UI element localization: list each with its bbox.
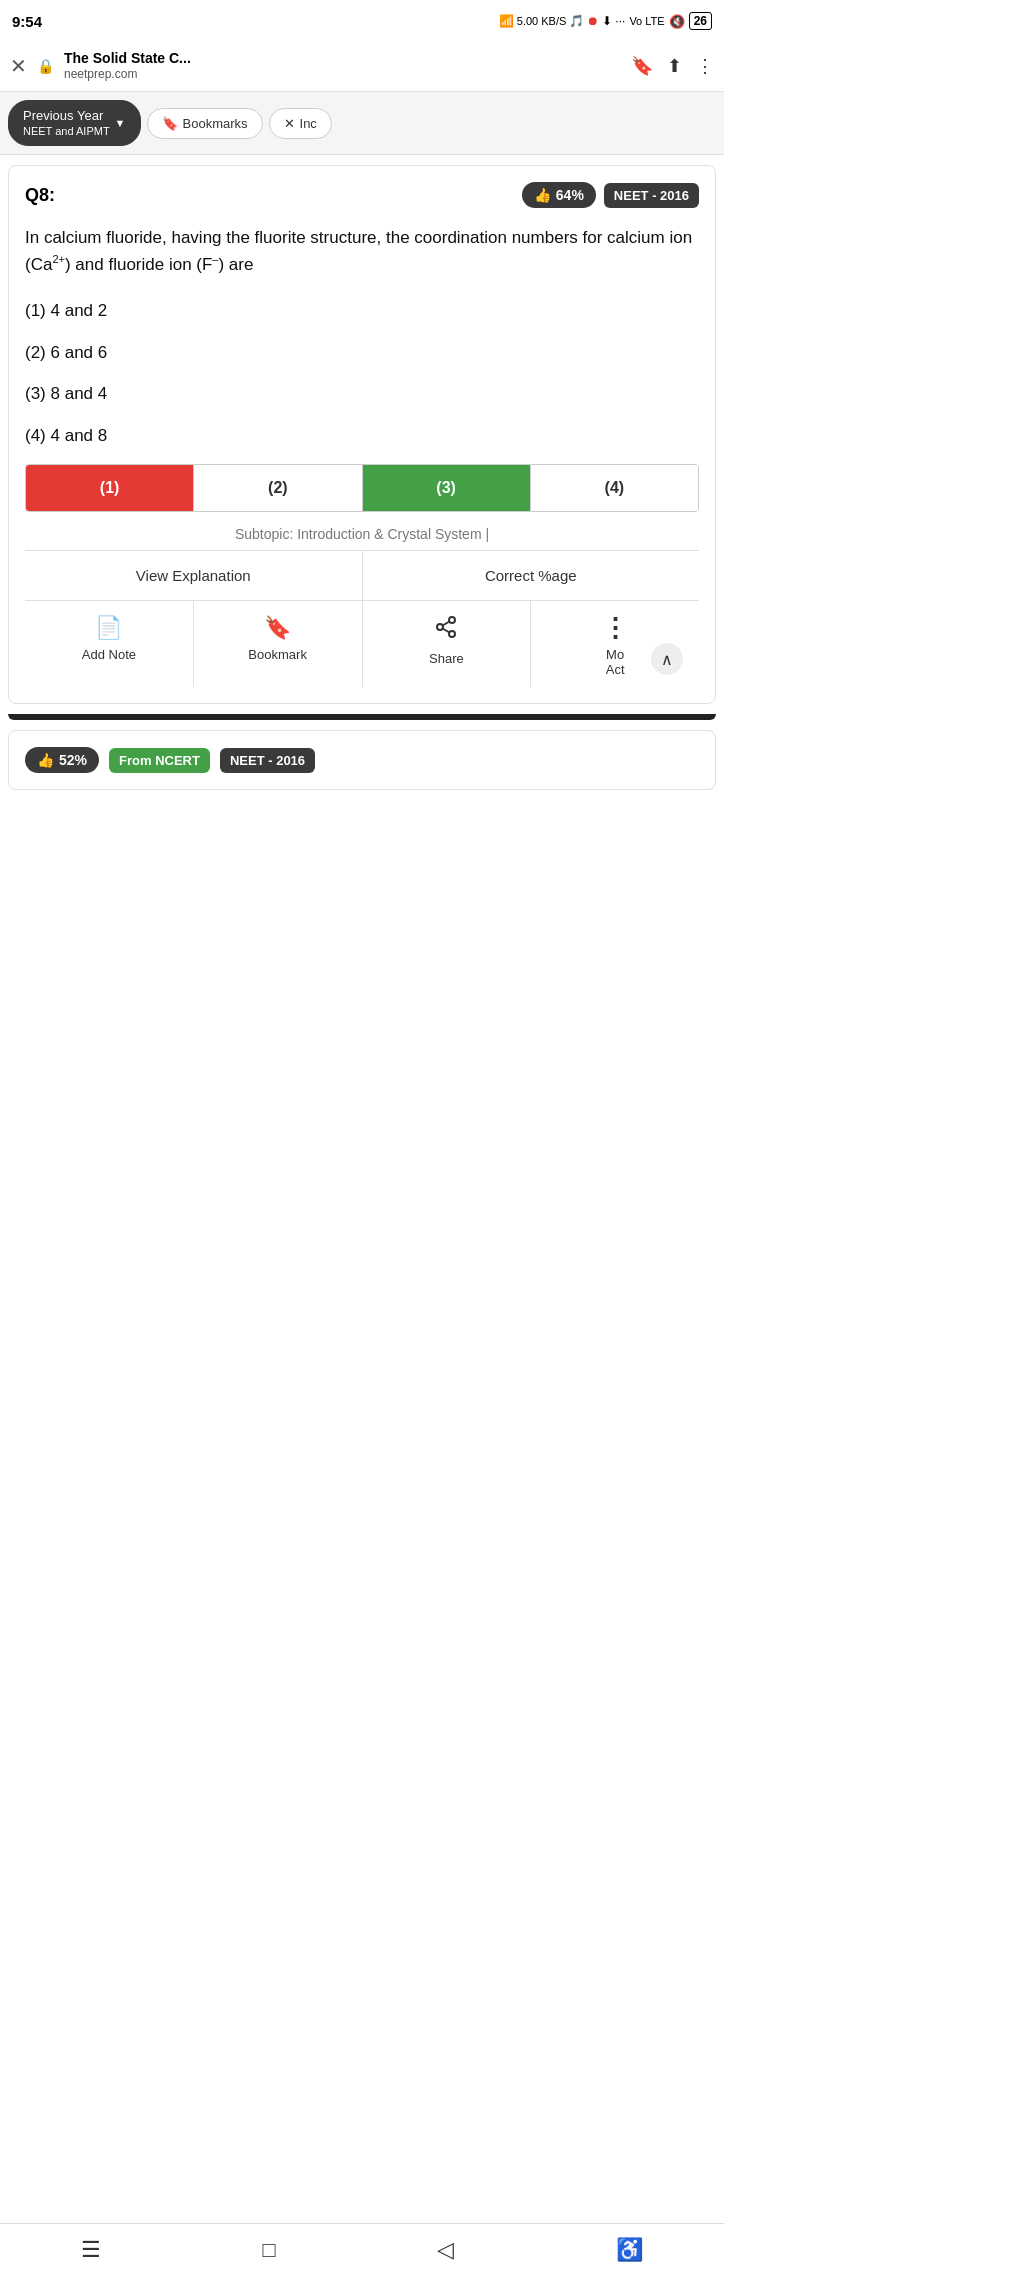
menu-nav-button[interactable]: ☰ — [65, 2229, 117, 2271]
action-buttons-row: View Explanation Correct %age — [25, 550, 699, 600]
tab-prev-year-label: Previous Year NEET and AIPMT — [23, 108, 110, 138]
icon-action-buttons: 📄 Add Note 🔖 Bookmark Share ⋮ MoAct — [25, 600, 699, 687]
status-right: 📶 5.00 KB/S 🎵 ⏺ ⬇ ··· Vo LTE 🔇 26 — [499, 12, 712, 30]
status-bar: 9:54 📶 5.00 KB/S 🎵 ⏺ ⬇ ··· Vo LTE 🔇 26 — [0, 0, 724, 40]
share-button[interactable]: Share — [363, 601, 532, 687]
share-browser-icon[interactable]: ⬆ — [667, 55, 682, 77]
browser-url: neetprep.com — [64, 67, 621, 81]
more-actions-button[interactable]: ⋮ MoAct ∧ — [531, 601, 699, 687]
more-browser-icon[interactable]: ⋮ — [696, 55, 714, 77]
next-like-badge: 👍 52% — [25, 747, 99, 773]
bookmark-tab-icon: 🔖 — [162, 116, 178, 131]
next-thumbs-up-icon: 👍 — [37, 752, 54, 768]
next-like-percent: 52% — [59, 752, 87, 768]
icon-actions-row: 📄 Add Note 🔖 Bookmark Share ⋮ MoAct — [25, 600, 699, 687]
browser-bar: ✕ 🔒 The Solid State C... neetprep.com 🔖 … — [0, 40, 724, 92]
subtopic-label: Subtopic: Introduction & Crystal System … — [25, 526, 699, 542]
music-icon: 🎵 — [569, 14, 584, 28]
add-note-label: Add Note — [82, 647, 136, 662]
like-badge: 👍 64% — [522, 182, 596, 208]
option-4[interactable]: (4) 4 and 8 — [25, 423, 699, 449]
correct-percentage-button[interactable]: Correct %age — [363, 551, 700, 600]
answer-selection-row: (1) (2) (3) (4) — [25, 464, 699, 512]
sound-icon: 🔇 — [669, 14, 685, 29]
nav-tabs: Previous Year NEET and AIPMT ▼ 🔖 Bookmar… — [0, 92, 724, 155]
bookmark-icon: 🔖 — [264, 615, 291, 641]
status-icons: 📶 5.00 KB/S 🎵 ⏺ ⬇ ··· — [499, 14, 626, 28]
answer-btn-1[interactable]: (1) — [26, 465, 194, 511]
more-icon: ⋮ — [602, 615, 628, 641]
question-header: Q8: 👍 64% NEET - 2016 — [25, 182, 699, 208]
back-nav-button[interactable]: ◁ — [421, 2229, 470, 2271]
answer-btn-2[interactable]: (2) — [194, 465, 362, 511]
tab-bookmarks[interactable]: 🔖 Bookmarks — [147, 108, 263, 139]
svg-point-1 — [437, 624, 443, 630]
share-label: Share — [429, 651, 464, 666]
question-text: In calcium fluoride, having the fluorite… — [25, 224, 699, 278]
home-nav-button[interactable]: □ — [247, 2229, 292, 2271]
browser-page-title: The Solid State C... — [64, 50, 621, 67]
more-actions-label: MoAct — [606, 647, 625, 677]
bookmark-label: Bookmark — [248, 647, 307, 662]
tab-previous-year[interactable]: Previous Year NEET and AIPMT ▼ — [8, 100, 141, 146]
lte-icon: Vo LTE — [629, 15, 664, 27]
lock-icon: 🔒 — [37, 58, 54, 74]
network-speed: 5.00 KB/S — [517, 15, 567, 27]
tab-incorrect[interactable]: ✕ Inc — [269, 108, 332, 139]
option-2[interactable]: (2) 6 and 6 — [25, 340, 699, 366]
svg-point-2 — [449, 631, 455, 637]
tab-bookmarks-label: Bookmarks — [183, 116, 248, 131]
download-icon: ⬇ — [602, 14, 612, 28]
question-number: Q8: — [25, 185, 55, 206]
thumbs-up-icon: 👍 — [534, 187, 551, 203]
svg-point-0 — [449, 617, 455, 623]
status-time: 9:54 — [12, 13, 42, 30]
answer-btn-3[interactable]: (3) — [363, 465, 531, 511]
bookmark-button[interactable]: 🔖 Bookmark — [194, 601, 363, 687]
question-card: Q8: 👍 64% NEET - 2016 In calcium fluorid… — [8, 165, 716, 704]
next-ncert-badge: From NCERT — [109, 748, 210, 773]
like-percent: 64% — [556, 187, 584, 203]
close-tab-button[interactable]: ✕ — [10, 54, 27, 78]
chevron-down-icon: ▼ — [115, 117, 126, 129]
more-status-icon: ··· — [615, 14, 625, 28]
add-note-icon: 📄 — [95, 615, 122, 641]
add-note-button[interactable]: 📄 Add Note — [25, 601, 194, 687]
next-question-teaser: 👍 52% From NCERT NEET - 2016 — [8, 730, 716, 790]
svg-line-3 — [443, 629, 450, 633]
share-icon — [434, 615, 458, 645]
incorrect-tab-icon: ✕ — [284, 116, 295, 131]
question-badges: 👍 64% NEET - 2016 — [522, 182, 699, 208]
view-explanation-button[interactable]: View Explanation — [25, 551, 363, 600]
svg-line-4 — [443, 622, 450, 626]
answer-btn-4[interactable]: (4) — [531, 465, 698, 511]
bottom-navigation: ☰ □ ◁ ♿ — [0, 2223, 724, 2275]
browser-actions: 🔖 ⬆ ⋮ — [631, 55, 714, 77]
option-3[interactable]: (3) 8 and 4 — [25, 381, 699, 407]
browser-title-block: The Solid State C... neetprep.com — [64, 50, 621, 81]
battery-indicator: 26 — [689, 12, 712, 30]
tab-incorrect-label: Inc — [300, 116, 317, 131]
collapse-button[interactable]: ∧ — [651, 643, 683, 675]
bookmark-browser-icon[interactable]: 🔖 — [631, 55, 653, 77]
record-icon: ⏺ — [587, 14, 599, 28]
accessibility-nav-button[interactable]: ♿ — [600, 2229, 659, 2271]
dark-separator-bar — [8, 714, 716, 720]
exam-tag-badge: NEET - 2016 — [604, 183, 699, 208]
next-neet-badge: NEET - 2016 — [220, 748, 315, 773]
option-1[interactable]: (1) 4 and 2 — [25, 298, 699, 324]
signal-icon: 📶 — [499, 14, 514, 28]
